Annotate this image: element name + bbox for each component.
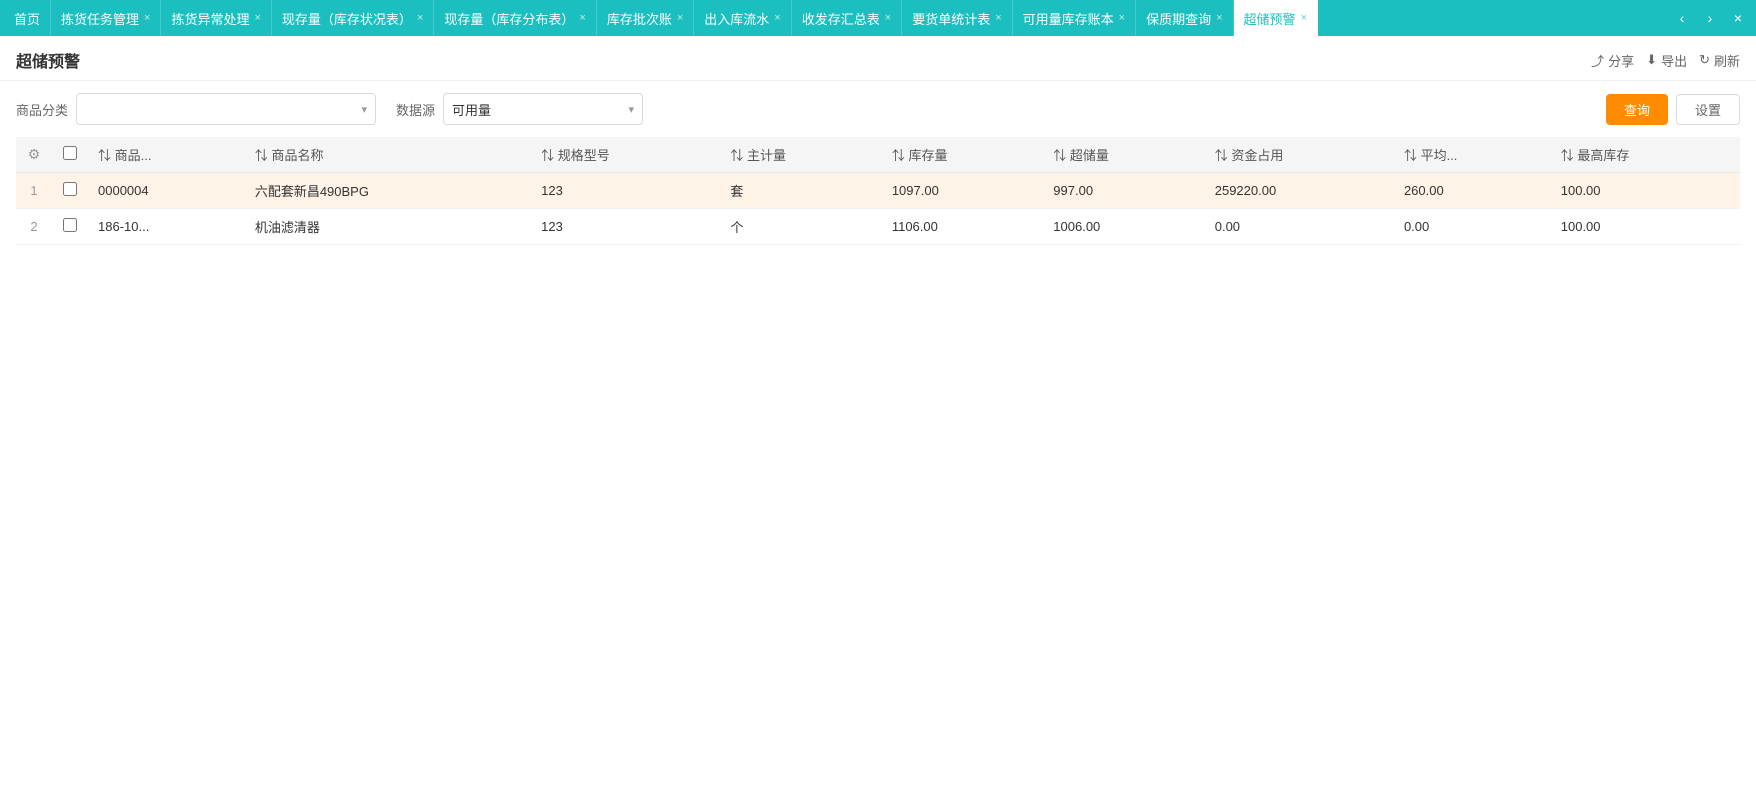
page-header: 超储预警 ⤴ 分享 ⬇ 导出 ↻ 刷新: [0, 36, 1756, 81]
row-name: 机油滤清器: [245, 209, 531, 245]
tab-close-icon[interactable]: ×: [1119, 12, 1125, 24]
col-unit[interactable]: ⇅ 主计量: [720, 137, 881, 173]
topbar-tab[interactable]: 保质期查询×: [1136, 0, 1233, 36]
datasource-select[interactable]: 可用量 ▾: [443, 93, 643, 125]
row-overstock: 1006.00: [1043, 209, 1204, 245]
topbar-tab[interactable]: 库存批次账×: [597, 0, 694, 36]
tab-close-icon[interactable]: ×: [579, 12, 585, 24]
row-num: 1: [16, 173, 52, 209]
query-button[interactable]: 查询: [1606, 94, 1668, 125]
row-checkbox[interactable]: [63, 218, 77, 232]
tab-close-icon[interactable]: ×: [677, 12, 683, 24]
topbar-tab[interactable]: 首页: [4, 0, 51, 36]
topbar-tab[interactable]: 可用量库存账本×: [1013, 0, 1136, 36]
tab-close-icon[interactable]: ×: [144, 12, 150, 24]
row-code: 186-10...: [88, 209, 245, 245]
topbar-tab[interactable]: 现存量（库存分布表）×: [434, 0, 596, 36]
tab-close-icon[interactable]: ×: [885, 12, 891, 24]
table-row: 1 0000004 六配套新昌490BPG 123 套 1097.00 997.…: [16, 173, 1740, 209]
category-chevron-icon: ▾: [361, 103, 367, 116]
page-title: 超储预警: [16, 48, 80, 72]
refresh-btn[interactable]: ↻ 刷新: [1699, 51, 1740, 70]
table-row: 2 186-10... 机油滤清器 123 个 1106.00 1006.00 …: [16, 209, 1740, 245]
row-spec: 123: [531, 173, 720, 209]
topbar-tab[interactable]: 拣货任务管理×: [51, 0, 161, 36]
tab-close-icon[interactable]: ×: [254, 12, 260, 24]
filter-actions: 查询 设置: [1606, 94, 1740, 125]
share-icon: ⤴: [1591, 51, 1604, 70]
nav-next-btn[interactable]: ›: [1696, 0, 1724, 36]
datasource-filter: 数据源 可用量 ▾: [396, 93, 643, 125]
export-btn[interactable]: ⬇ 导出: [1646, 51, 1687, 70]
row-checkbox-cell: [52, 209, 88, 245]
filter-area: 商品分类 ▾ 数据源 可用量 ▾ 查询 设置: [0, 81, 1756, 137]
row-code: 0000004: [88, 173, 245, 209]
col-settings: ⚙: [16, 137, 52, 173]
category-select[interactable]: ▾: [76, 93, 376, 125]
datasource-chevron-icon: ▾: [629, 103, 635, 116]
export-icon: ⬇: [1646, 52, 1657, 68]
header-actions: ⤴ 分享 ⬇ 导出 ↻ 刷新: [1591, 51, 1740, 70]
col-code[interactable]: ⇅ 商品...: [88, 137, 245, 173]
row-max-stock: 100.00: [1551, 209, 1740, 245]
select-all-checkbox[interactable]: [63, 146, 77, 160]
row-capital: 0.00: [1205, 209, 1394, 245]
row-name: 六配套新昌490BPG: [245, 173, 531, 209]
row-stock: 1097.00: [882, 173, 1043, 209]
tab-close-icon[interactable]: ×: [995, 12, 1001, 24]
row-stock: 1106.00: [882, 209, 1043, 245]
row-checkbox[interactable]: [63, 182, 77, 196]
col-spec[interactable]: ⇅ 规格型号: [531, 137, 720, 173]
topbar-tab[interactable]: 出入库流水×: [694, 0, 791, 36]
row-max-stock: 100.00: [1551, 173, 1740, 209]
topbar-tab[interactable]: 超储预警×: [1234, 0, 1318, 36]
datasource-label: 数据源: [396, 100, 435, 119]
row-checkbox-cell: [52, 173, 88, 209]
col-name[interactable]: ⇅ 商品名称: [245, 137, 531, 173]
category-filter: 商品分类 ▾: [16, 93, 376, 125]
share-btn[interactable]: ⤴ 分享: [1591, 51, 1634, 70]
row-unit: 套: [720, 173, 881, 209]
row-avg: 0.00: [1394, 209, 1551, 245]
col-stock[interactable]: ⇅ 库存量: [882, 137, 1043, 173]
table-wrap: ⚙ ⇅ 商品... ⇅ 商品名称 ⇅ 规格型号 ⇅ 主计量 ⇅: [0, 137, 1756, 245]
topbar: 首页拣货任务管理×拣货异常处理×现存量（库存状况表）×现存量（库存分布表）×库存…: [0, 0, 1756, 36]
datasource-value: 可用量: [452, 100, 491, 119]
topbar-tab[interactable]: 现存量（库存状况表）×: [272, 0, 434, 36]
row-capital: 259220.00: [1205, 173, 1394, 209]
col-checkbox: [52, 137, 88, 173]
tab-close-icon[interactable]: ×: [774, 12, 780, 24]
settings-button[interactable]: 设置: [1676, 94, 1740, 125]
row-overstock: 997.00: [1043, 173, 1204, 209]
col-avg[interactable]: ⇅ 平均...: [1394, 137, 1551, 173]
gear-icon[interactable]: ⚙: [28, 146, 41, 162]
tab-close-icon[interactable]: ×: [1216, 12, 1222, 24]
col-overstock[interactable]: ⇅ 超储量: [1043, 137, 1204, 173]
topbar-tab[interactable]: 拣货异常处理×: [161, 0, 271, 36]
tab-close-icon[interactable]: ×: [417, 12, 423, 24]
tab-close-icon[interactable]: ×: [1301, 12, 1307, 24]
table-header-row: ⚙ ⇅ 商品... ⇅ 商品名称 ⇅ 规格型号 ⇅ 主计量 ⇅: [16, 137, 1740, 173]
refresh-icon: ↻: [1699, 52, 1710, 68]
topbar-tab[interactable]: 收发存汇总表×: [792, 0, 902, 36]
topbar-tab[interactable]: 要货单统计表×: [902, 0, 1012, 36]
row-unit: 个: [720, 209, 881, 245]
row-num: 2: [16, 209, 52, 245]
row-avg: 260.00: [1394, 173, 1551, 209]
category-label: 商品分类: [16, 100, 68, 119]
nav-prev-btn[interactable]: ‹: [1668, 0, 1696, 36]
row-spec: 123: [531, 209, 720, 245]
nav-more-btn[interactable]: ×: [1724, 0, 1752, 36]
col-capital[interactable]: ⇅ 资金占用: [1205, 137, 1394, 173]
col-max-stock[interactable]: ⇅ 最高库存: [1551, 137, 1740, 173]
data-table: ⚙ ⇅ 商品... ⇅ 商品名称 ⇅ 规格型号 ⇅ 主计量 ⇅: [16, 137, 1740, 245]
